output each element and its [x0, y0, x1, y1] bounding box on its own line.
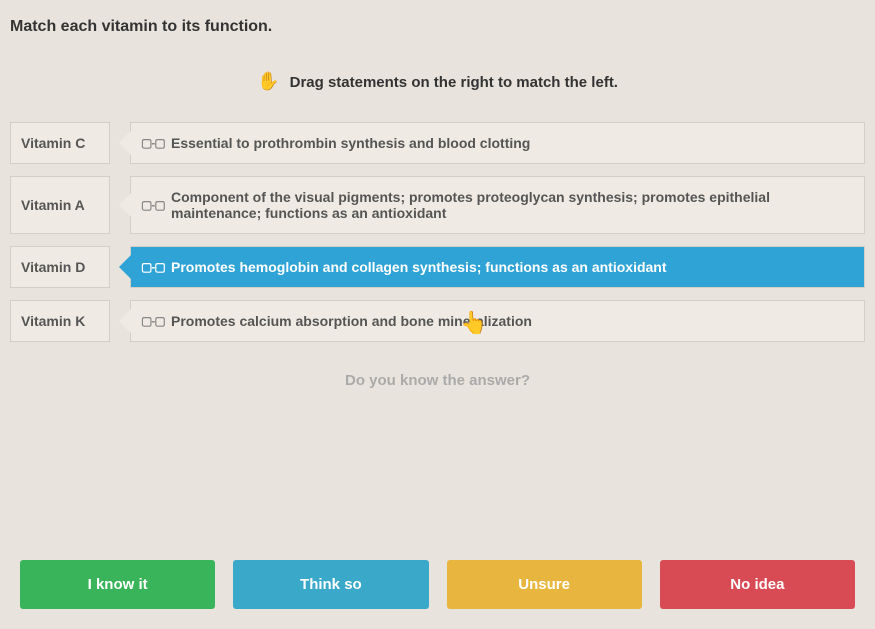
question-text: Match each vitamin to its function.: [0, 0, 875, 36]
left-label[interactable]: Vitamin A: [10, 176, 110, 234]
right-statement[interactable]: ▢-▢ Promotes hemoglobin and collagen syn…: [130, 246, 865, 288]
think-so-button[interactable]: Think so: [233, 560, 428, 609]
confidence-buttons: I know it Think so Unsure No idea: [0, 560, 875, 609]
left-label[interactable]: Vitamin K: [10, 300, 110, 342]
statement-text: Component of the visual pigments; promot…: [171, 189, 770, 221]
drag-handle-icon[interactable]: ▢-▢: [141, 260, 165, 274]
match-row: Vitamin K ▢-▢ Promotes calcium absorptio…: [10, 300, 865, 342]
match-area: Vitamin C ▢-▢ Essential to prothrombin s…: [0, 122, 875, 342]
unsure-button[interactable]: Unsure: [447, 560, 642, 609]
instruction-label: Drag statements on the right to match th…: [290, 74, 618, 91]
answer-prompt: Do you know the answer?: [0, 372, 875, 389]
drag-handle-icon[interactable]: ▢-▢: [141, 136, 165, 150]
match-row: Vitamin A ▢-▢ Component of the visual pi…: [10, 176, 865, 234]
statement-text: Promotes hemoglobin and collagen synthes…: [171, 259, 667, 275]
statement-text: Promotes calcium absorption and bone min…: [171, 313, 532, 329]
match-row: Vitamin D ▢-▢ Promotes hemoglobin and co…: [10, 246, 865, 288]
instruction-text: ✋ Drag statements on the right to match …: [0, 71, 875, 92]
statement-text: Essential to prothrombin synthesis and b…: [171, 135, 530, 151]
hand-icon: ✋: [257, 71, 279, 91]
right-statement[interactable]: ▢-▢ Component of the visual pigments; pr…: [130, 176, 865, 234]
left-label[interactable]: Vitamin D: [10, 246, 110, 288]
no-idea-button[interactable]: No idea: [660, 560, 855, 609]
right-statement[interactable]: ▢-▢ Promotes calcium absorption and bone…: [130, 300, 865, 342]
drag-handle-icon[interactable]: ▢-▢: [141, 198, 165, 212]
drag-handle-icon[interactable]: ▢-▢: [141, 314, 165, 328]
match-row: Vitamin C ▢-▢ Essential to prothrombin s…: [10, 122, 865, 164]
know-it-button[interactable]: I know it: [20, 560, 215, 609]
right-statement[interactable]: ▢-▢ Essential to prothrombin synthesis a…: [130, 122, 865, 164]
left-label[interactable]: Vitamin C: [10, 122, 110, 164]
